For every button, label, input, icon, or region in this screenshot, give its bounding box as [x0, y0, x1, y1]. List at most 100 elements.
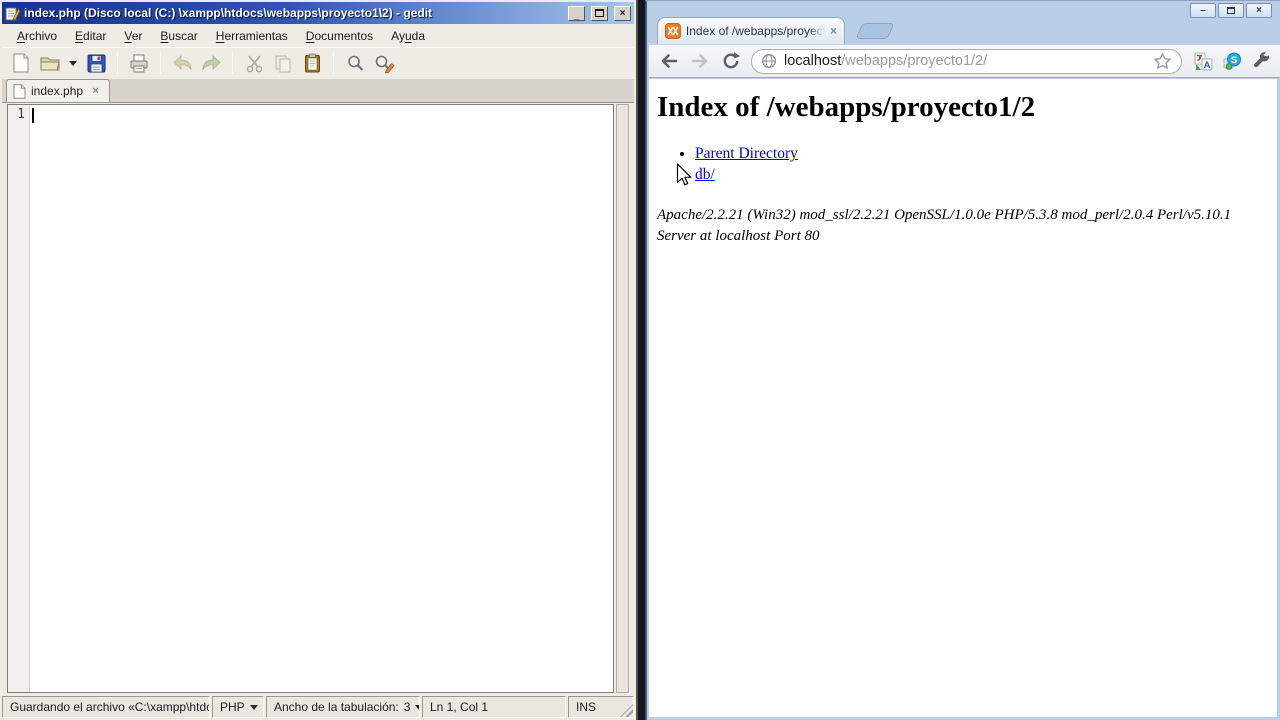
menu-archivo[interactable]: Archivo	[8, 27, 66, 45]
chrome-window: – × Index of /webapps/proyecto1/2 ×	[645, 0, 1280, 720]
server-signature: Apache/2.2.21 (Win32) mod_ssl/2.2.21 Ope…	[657, 207, 1232, 244]
translator-icon: A	[1194, 52, 1212, 71]
paste-button[interactable]	[299, 50, 325, 76]
tab-width-selector[interactable]: Ancho de la tabulación: 3	[266, 696, 420, 718]
gedit-maximize-button[interactable]	[591, 5, 608, 21]
gedit-app-icon	[5, 6, 20, 21]
gedit-window-title: index.php (Disco local (C:) \xampp\htdoc…	[24, 6, 433, 20]
skype-icon: S	[1223, 52, 1241, 70]
open-folder-icon	[40, 57, 60, 71]
new-tab-button[interactable]	[855, 23, 895, 39]
gedit-minimize-button[interactable]: _	[568, 5, 585, 21]
paste-clipboard-icon	[304, 53, 320, 73]
maximize-icon	[1227, 7, 1235, 14]
save-icon	[87, 54, 105, 72]
document-icon	[13, 83, 26, 99]
cut-button	[241, 50, 267, 76]
browser-toolbar: localhost/webapps/proyecto1/2/ A S	[649, 44, 1280, 78]
find-replace-icon	[375, 55, 394, 73]
reload-button[interactable]	[720, 50, 742, 72]
editor-scrollbar	[616, 104, 629, 693]
bookmark-star-button[interactable]	[1153, 52, 1172, 70]
redo-button	[198, 50, 224, 76]
toolbar-separator	[232, 52, 233, 74]
tab-close-icon[interactable]: ×	[88, 84, 103, 99]
chrome-maximize-button[interactable]	[1218, 3, 1244, 18]
gedit-statusbar: Guardando el archivo «C:\xampp\htdoc... …	[2, 695, 634, 718]
line-number-gutter: 1	[8, 105, 30, 692]
text-area[interactable]	[30, 105, 613, 692]
browser-tab[interactable]: Index of /webapps/proyecto1/2 ×	[657, 17, 845, 44]
toolbar-separator	[333, 52, 334, 74]
svg-text:A: A	[1203, 60, 1210, 71]
forward-button[interactable]	[689, 50, 711, 72]
gedit-text-editor[interactable]: 1	[7, 104, 614, 693]
tab-index-php[interactable]: index.php ×	[6, 79, 111, 102]
copy-button	[270, 50, 296, 76]
browser-page: Index of /webapps/proyecto1/2 Parent Dir…	[649, 79, 1277, 717]
tab-label: index.php	[31, 84, 84, 98]
chrome-close-button[interactable]: ×	[1246, 3, 1272, 18]
list-item: db/	[695, 166, 1269, 184]
menu-ver[interactable]: Ver	[115, 27, 151, 45]
gedit-close-button[interactable]: ×	[614, 5, 631, 21]
text-caret	[32, 108, 34, 123]
menu-herramientas[interactable]: Herramientas	[207, 27, 297, 45]
list-item: Parent Directory	[695, 145, 1269, 163]
chevron-down-icon	[69, 60, 77, 66]
wrench-icon	[1253, 51, 1269, 67]
tab-close-icon[interactable]: ×	[830, 25, 837, 37]
gedit-window: index.php (Disco local (C:) \xampp\htdoc…	[0, 0, 638, 720]
open-button[interactable]	[37, 50, 63, 76]
cursor-position: Ln 1, Col 1	[422, 696, 566, 718]
menu-documentos[interactable]: Documentos	[297, 27, 382, 45]
save-button[interactable]	[83, 50, 109, 76]
gedit-tabbar: index.php ×	[2, 79, 634, 103]
copy-icon	[275, 55, 290, 72]
gedit-titlebar[interactable]: index.php (Disco local (C:) \xampp\htdoc…	[2, 2, 634, 24]
parent-directory-link[interactable]: Parent Directory	[695, 145, 798, 162]
url-path: /webapps/proyecto1/2/	[841, 53, 988, 69]
print-button[interactable]	[126, 50, 152, 76]
skype-extension-button[interactable]: S	[1222, 51, 1242, 71]
reload-icon	[723, 52, 740, 69]
directory-listing: Parent Directory db/	[657, 145, 1269, 184]
menu-ayuda[interactable]: Ayuda	[382, 27, 434, 45]
new-document-icon	[13, 53, 29, 73]
gedit-menubar: Archivo Editar Ver Buscar Herramientas D…	[2, 25, 634, 46]
language-selector[interactable]: PHP	[212, 696, 264, 718]
svg-text:S: S	[1230, 55, 1236, 66]
db-directory-link[interactable]: db/	[695, 166, 715, 183]
toolbar-separator	[160, 52, 161, 74]
redo-icon	[202, 55, 221, 71]
toolbar-separator	[117, 52, 118, 74]
cut-scissors-icon	[246, 54, 262, 72]
maximize-icon	[595, 9, 604, 17]
star-icon	[1154, 53, 1171, 69]
open-dropdown-button[interactable]	[66, 50, 80, 76]
chrome-minimize-button[interactable]: –	[1190, 3, 1216, 18]
url-bar[interactable]: localhost/webapps/proyecto1/2/	[751, 48, 1182, 74]
undo-button	[169, 50, 195, 76]
forward-arrow-icon	[691, 54, 708, 68]
chevron-down-icon	[415, 704, 419, 710]
back-arrow-icon	[661, 54, 678, 68]
find-replace-button[interactable]	[371, 50, 397, 76]
chrome-window-controls: – ×	[1190, 3, 1272, 18]
new-document-button[interactable]	[8, 50, 34, 76]
find-magnifier-icon	[347, 55, 363, 71]
settings-wrench-button[interactable]	[1251, 51, 1271, 71]
url-text: localhost/webapps/proyecto1/2/	[784, 53, 987, 69]
undo-icon	[172, 55, 191, 71]
url-host: localhost	[784, 53, 842, 69]
xampp-favicon	[665, 23, 681, 39]
chevron-down-icon	[249, 704, 258, 710]
find-button[interactable]	[342, 50, 368, 76]
menu-buscar[interactable]: Buscar	[151, 27, 206, 45]
back-button[interactable]	[658, 50, 680, 72]
print-icon	[130, 54, 148, 72]
menu-editar[interactable]: Editar	[66, 27, 115, 45]
translator-extension-button[interactable]: A	[1193, 51, 1213, 71]
line-number: 1	[17, 107, 25, 122]
globe-icon	[761, 53, 777, 69]
